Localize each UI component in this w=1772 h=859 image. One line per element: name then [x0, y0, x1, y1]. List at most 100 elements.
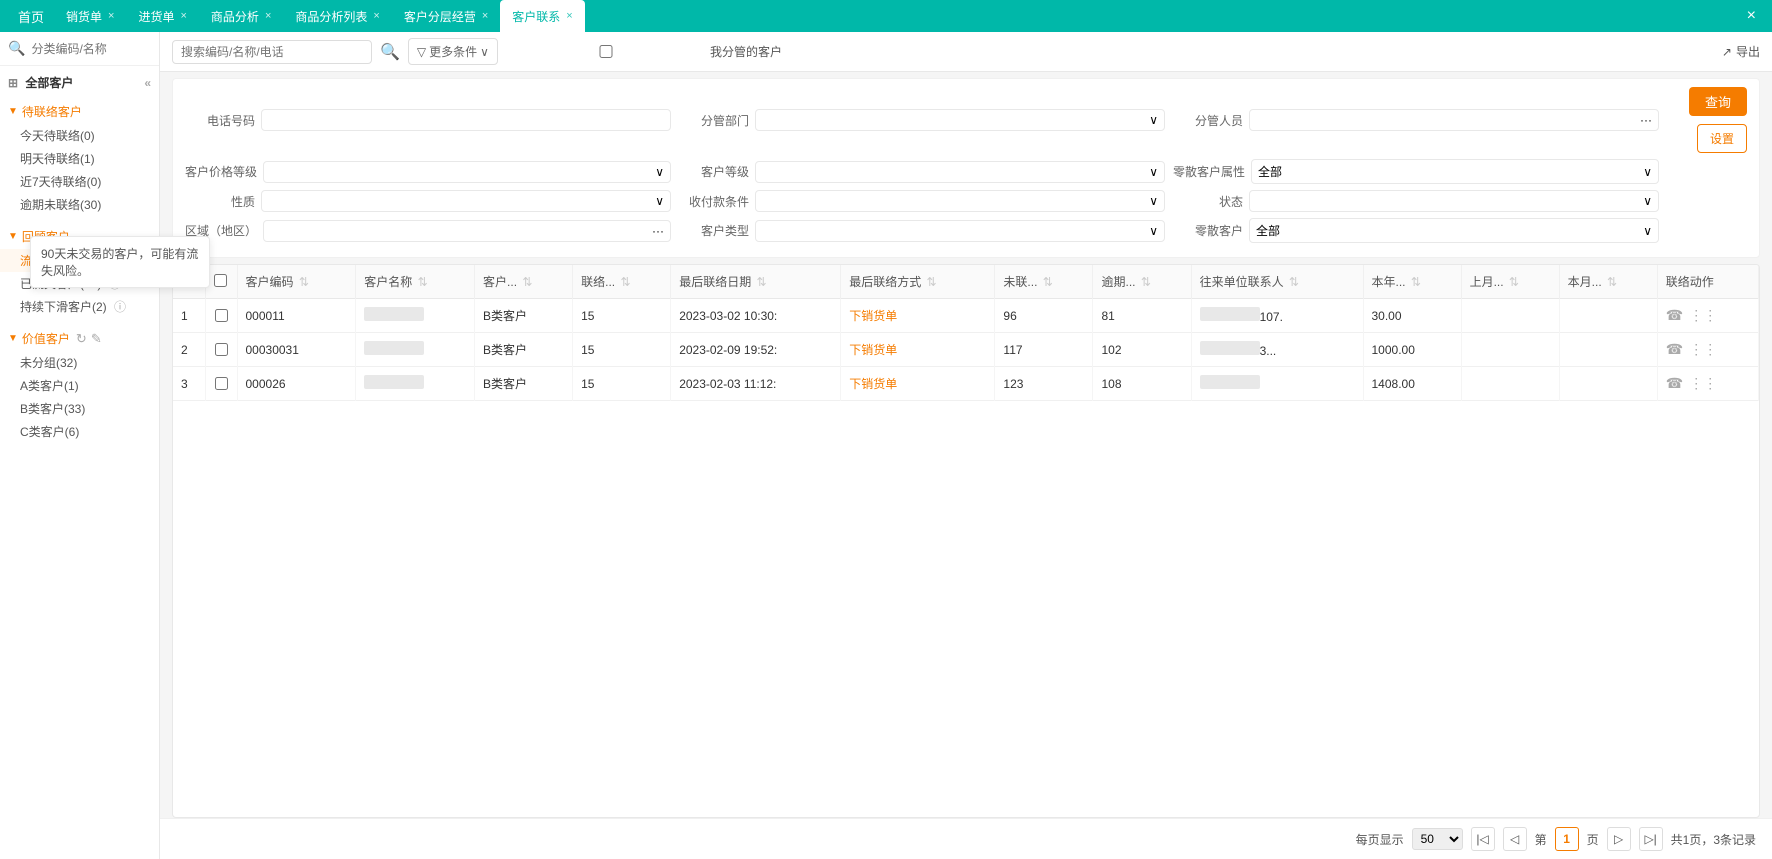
contact-method-link-2[interactable]: 下销货单 [849, 377, 897, 391]
settings-button[interactable]: 设置 [1697, 124, 1747, 153]
td-contact-1: 15 [573, 333, 671, 367]
refresh-icon[interactable]: ↻ [76, 331, 87, 347]
contact-method-link-1[interactable]: 下销货单 [849, 343, 897, 357]
th-code[interactable]: 客户编码 ⇅ [237, 265, 356, 299]
status-select[interactable]: ∨ [1249, 190, 1659, 212]
last-page-button[interactable]: ▷| [1639, 827, 1663, 851]
td-name-1 [356, 333, 475, 367]
td-method-1[interactable]: 下销货单 [841, 333, 995, 367]
sidebar-item-today[interactable]: 今天待联络(0) [0, 124, 159, 147]
sidebar-group-value-title[interactable]: ▼ 价值客户 ↻ ✎ [0, 326, 159, 351]
nature-select[interactable]: ∨ [261, 190, 671, 212]
td-method-2[interactable]: 下销货单 [841, 367, 995, 401]
sidebar-search-icon: 🔍 [8, 40, 25, 57]
my-customers-checkbox[interactable] [506, 45, 706, 58]
th-last-contact-date[interactable]: 最后联络日期 ⇅ [671, 265, 841, 299]
price-grade-select[interactable]: ∨ [263, 161, 671, 183]
close-tab-link-icon[interactable]: × [566, 10, 572, 22]
th-last-month[interactable]: 上月... ⇅ [1461, 265, 1559, 299]
name-blurred-0 [364, 307, 424, 321]
query-button[interactable]: 查询 [1689, 87, 1747, 116]
sidebar-item-class-a[interactable]: A类客户(1) [0, 374, 159, 397]
prev-page-button[interactable]: ◁ [1503, 827, 1527, 851]
close-tab-analysis-icon[interactable]: × [265, 10, 271, 22]
action-phone-icon-2[interactable]: ☎ [1666, 375, 1683, 392]
nav-tab-purchase[interactable]: 进货单 × [126, 0, 198, 32]
nav-tab-customer-link[interactable]: 客户联系 × [500, 0, 584, 32]
td-checkbox-1[interactable] [205, 333, 237, 367]
window-close-icon[interactable]: × [1739, 7, 1764, 25]
action-more-icon-1[interactable]: ⋮⋮ [1689, 341, 1717, 358]
sidebar-item-overdue[interactable]: 逾期未联络(30) [0, 193, 159, 216]
sidebar-item-unclassified[interactable]: 未分组(32) [0, 351, 159, 374]
td-checkbox-2[interactable] [205, 367, 237, 401]
close-tab-sales-icon[interactable]: × [108, 10, 114, 22]
export-button[interactable]: ↗ 导出 [1722, 43, 1760, 60]
filter-cell-payment: 收付款条件 ∨ [679, 190, 1165, 212]
first-page-button[interactable]: |◁ [1471, 827, 1495, 851]
th-this-year[interactable]: 本年... ⇅ [1363, 265, 1461, 299]
th-name[interactable]: 客户名称 ⇅ [356, 265, 475, 299]
more-conditions-button[interactable]: ▽ 更多条件 ∨ [408, 38, 498, 65]
row-checkbox-2[interactable] [215, 377, 228, 390]
retail-customer-label: 零散客户 [1173, 222, 1243, 239]
th-last-contact-method[interactable]: 最后联络方式 ⇅ [841, 265, 995, 299]
retail-attr-select[interactable]: 全部 ∨ [1251, 159, 1659, 184]
sidebar-group-pending-title[interactable]: ▼ 待联络客户 [0, 99, 159, 124]
collapse-icon[interactable]: « [144, 76, 151, 90]
my-customers-checkbox-label[interactable]: 我分管的客户 [506, 43, 782, 60]
payment-select[interactable]: ∨ [755, 190, 1165, 212]
action-phone-icon-0[interactable]: ☎ [1666, 307, 1683, 324]
th-type[interactable]: 客户... ⇅ [475, 265, 573, 299]
phone-input[interactable] [261, 109, 671, 131]
th-company-contact[interactable]: 往来单位联系人 ⇅ [1191, 265, 1363, 299]
dept-select[interactable]: ∨ [755, 109, 1165, 131]
next-page-button[interactable]: ▷ [1607, 827, 1631, 851]
edit-icon[interactable]: ✎ [91, 331, 102, 347]
th-contact[interactable]: 联络... ⇅ [573, 265, 671, 299]
sidebar-item-class-c[interactable]: C类客户(6) [0, 420, 159, 443]
sidebar-search-input[interactable] [31, 42, 151, 56]
th-this-month[interactable]: 本月... ⇅ [1559, 265, 1657, 299]
nav-tab-customer-segment[interactable]: 客户分层经营 × [392, 0, 500, 32]
nav-tab-analysis[interactable]: 商品分析 × [199, 0, 283, 32]
td-checkbox-0[interactable] [205, 299, 237, 333]
per-page-select[interactable]: 50 100 200 [1412, 828, 1463, 850]
filter-cell-nature: 性质 ∨ [185, 190, 671, 212]
sidebar-item-class-b[interactable]: B类客户(33) [0, 397, 159, 420]
th-not-contacted[interactable]: 未联... ⇅ [995, 265, 1093, 299]
sidebar-item-week[interactable]: 近7天待联络(0) [0, 170, 159, 193]
filter-search-button[interactable]: 🔍 [380, 42, 400, 62]
nav-tab-analysis-list[interactable]: 商品分析列表 × [283, 0, 391, 32]
grade-select[interactable]: ∨ [755, 161, 1165, 183]
retail-customer-select[interactable]: 全部 ∨ [1249, 218, 1659, 243]
person-select[interactable]: ··· [1249, 109, 1659, 131]
sidebar-item-tomorrow[interactable]: 明天待联络(1) [0, 147, 159, 170]
nav-home[interactable]: 首页 [8, 7, 54, 26]
th-overdue[interactable]: 逾期... ⇅ [1093, 265, 1191, 299]
customer-type-select[interactable]: ∨ [755, 220, 1165, 242]
close-tab-purchase-icon[interactable]: × [180, 10, 186, 22]
contact-method-link-0[interactable]: 下销货单 [849, 309, 897, 323]
more-dots-person: ··· [1640, 113, 1652, 127]
region-select[interactable]: ··· [263, 220, 671, 242]
close-tab-segment-icon[interactable]: × [482, 10, 488, 22]
row-checkbox-0[interactable] [215, 309, 228, 322]
action-more-icon-0[interactable]: ⋮⋮ [1689, 307, 1717, 324]
td-code-0: 000011 [237, 299, 356, 333]
td-method-0[interactable]: 下销货单 [841, 299, 995, 333]
filter-cell-grade: 客户等级 ∨ [679, 161, 1165, 183]
data-table-container: ⚙ 客户编码 ⇅ 客户名称 ⇅ 客户... ⇅ 联络... ⇅ 最后联络日期 ⇅… [172, 264, 1760, 818]
export-icon: ↗ [1722, 45, 1732, 59]
search-input[interactable] [172, 40, 372, 64]
person-label: 分管人员 [1173, 112, 1243, 129]
close-tab-analysis-list-icon[interactable]: × [373, 10, 379, 22]
nav-tab-sales[interactable]: 销货单 × [54, 0, 126, 32]
td-last-date-1: 2023-02-09 19:52: [671, 333, 841, 367]
action-more-icon-2[interactable]: ⋮⋮ [1689, 375, 1717, 392]
sort-icon-year: ⇅ [1411, 275, 1421, 289]
row-checkbox-1[interactable] [215, 343, 228, 356]
action-phone-icon-1[interactable]: ☎ [1666, 341, 1683, 358]
sidebar-item-declining[interactable]: 持续下滑客户(2) ⓘ [0, 295, 159, 318]
select-all-checkbox[interactable] [214, 274, 227, 287]
